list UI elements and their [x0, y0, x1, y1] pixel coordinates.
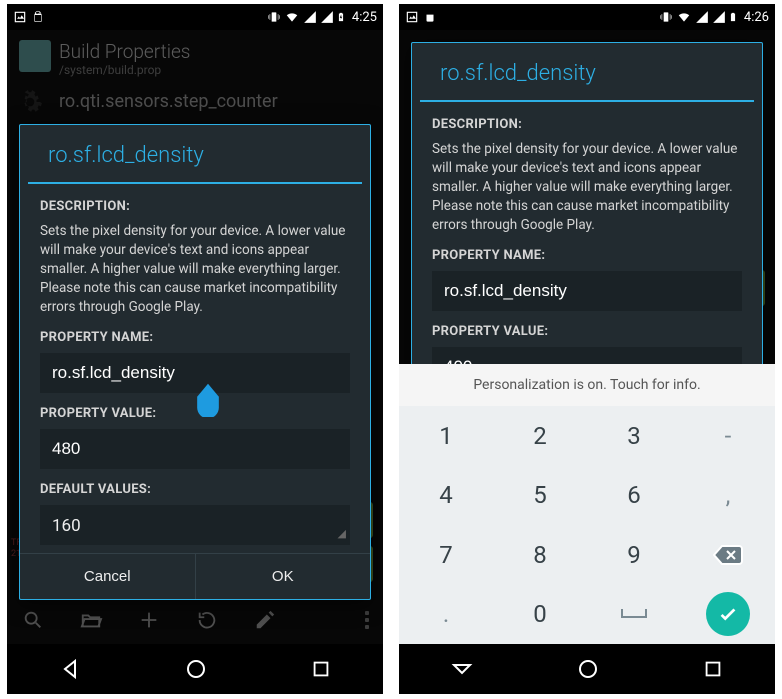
home-icon	[184, 657, 208, 681]
navbar	[399, 644, 775, 694]
default-values-label: DEFAULT VALUES:	[40, 481, 350, 499]
key-7[interactable]: 7	[399, 525, 493, 585]
signal-icon	[712, 10, 726, 24]
property-name-label: PROPERTY NAME:	[40, 329, 350, 347]
signal-r-icon	[694, 10, 710, 24]
statusbar-left: R 4:25	[7, 4, 383, 30]
nav-back-button[interactable]	[450, 657, 474, 681]
phone-right: 4:26 ro.sf.lcd_density DESCRIPTION: Sets…	[399, 4, 775, 694]
edit-property-dialog: ro.sf.lcd_density DESCRIPTION: Sets the …	[411, 42, 763, 398]
picture-icon	[405, 10, 419, 24]
nav-recent-button[interactable]	[310, 658, 332, 680]
battery-charging-icon	[728, 10, 738, 24]
recent-icon	[702, 658, 724, 680]
numeric-keyboard: Personalization is on. Touch for info. 1…	[399, 364, 775, 644]
picture-icon	[13, 10, 27, 24]
check-icon	[717, 603, 739, 625]
clock: 4:26	[744, 10, 769, 25]
key-comma[interactable]: ,	[681, 466, 775, 526]
key-6[interactable]: 6	[587, 466, 681, 526]
signal-icon	[320, 10, 334, 24]
nav-home-button[interactable]	[576, 657, 600, 681]
nav-back-button[interactable]	[58, 657, 82, 681]
android-icon	[31, 10, 45, 24]
resize-corner-icon: ◢	[338, 526, 346, 541]
description-label: DESCRIPTION:	[40, 198, 350, 216]
key-1[interactable]: 1	[399, 406, 493, 466]
property-value-field[interactable]	[40, 429, 350, 469]
property-name-label: PROPERTY NAME:	[432, 247, 742, 265]
ok-button[interactable]: OK	[196, 554, 371, 599]
key-9[interactable]: 9	[587, 525, 681, 585]
key-done[interactable]	[681, 585, 775, 645]
key-0[interactable]: 0	[493, 585, 587, 645]
key-5[interactable]: 5	[493, 466, 587, 526]
key-dot[interactable]: .	[399, 585, 493, 645]
property-name-field[interactable]	[432, 271, 742, 311]
nav-home-button[interactable]	[184, 657, 208, 681]
key-3[interactable]: 3	[587, 406, 681, 466]
dialog-title: ro.sf.lcd_density	[420, 43, 754, 102]
signal-r-icon: R	[302, 10, 318, 24]
svg-text:R: R	[305, 12, 308, 18]
text-cursor-handle[interactable]	[195, 383, 221, 415]
description-text: Sets the pixel density for your device. …	[432, 140, 742, 234]
wifi-icon	[676, 10, 692, 24]
vibrate-icon	[658, 10, 674, 24]
edit-property-dialog: ro.sf.lcd_density DESCRIPTION: Sets the …	[19, 124, 371, 600]
space-icon	[620, 607, 648, 621]
key-backspace[interactable]	[681, 525, 775, 585]
default-values-field[interactable]: 160	[40, 505, 350, 545]
back-icon	[58, 657, 82, 681]
vibrate-icon	[266, 10, 282, 24]
key-space[interactable]	[587, 585, 681, 645]
statusbar-right: 4:26	[399, 4, 775, 30]
phone-left: R 4:25 Build Properties /system/build.pr…	[7, 4, 383, 694]
description-text: Sets the pixel density for your device. …	[40, 222, 350, 316]
keyboard-hint[interactable]: Personalization is on. Touch for info.	[399, 364, 775, 406]
key-dash[interactable]: -	[681, 406, 775, 466]
hide-keyboard-icon	[450, 657, 474, 681]
android-icon	[423, 10, 437, 24]
description-label: DESCRIPTION:	[432, 116, 742, 134]
home-icon	[576, 657, 600, 681]
wifi-icon	[284, 10, 300, 24]
key-8[interactable]: 8	[493, 525, 587, 585]
backspace-icon	[713, 544, 743, 566]
clock: 4:25	[352, 10, 377, 25]
dialog-title: ro.sf.lcd_density	[28, 125, 362, 184]
property-value-label: PROPERTY VALUE:	[432, 323, 742, 341]
navbar	[7, 644, 383, 694]
recent-icon	[310, 658, 332, 680]
cancel-button[interactable]: Cancel	[20, 554, 196, 599]
battery-charging-icon	[336, 10, 346, 24]
key-2[interactable]: 2	[493, 406, 587, 466]
key-4[interactable]: 4	[399, 466, 493, 526]
nav-recent-button[interactable]	[702, 658, 724, 680]
